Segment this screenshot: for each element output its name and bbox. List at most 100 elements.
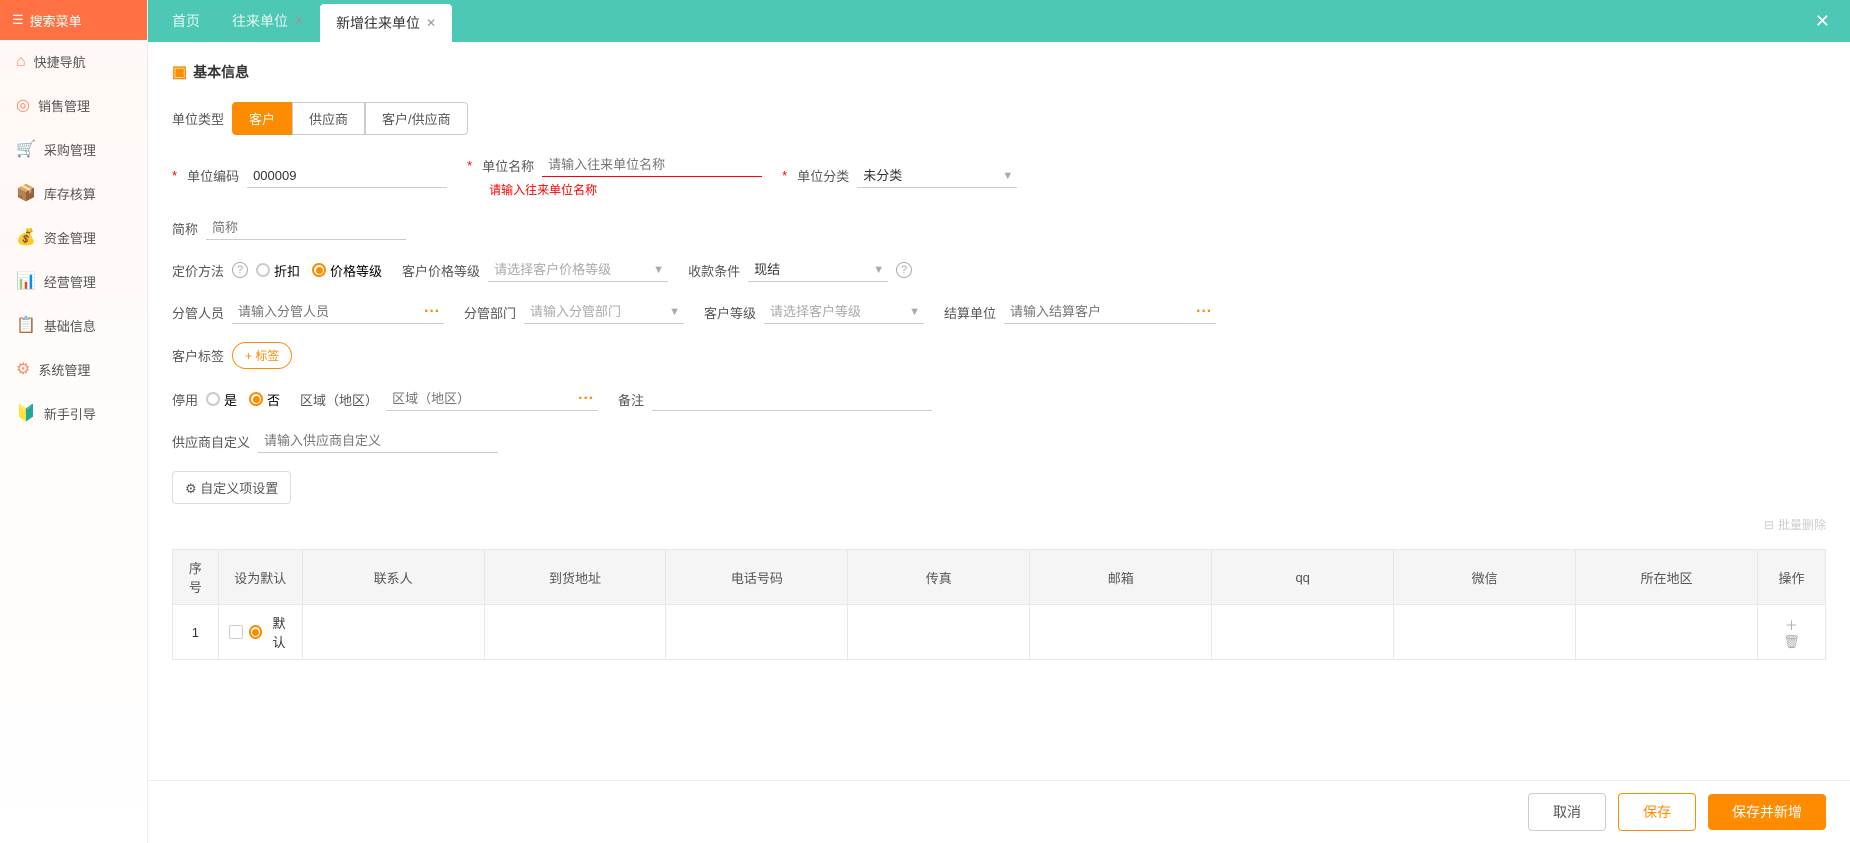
row-default-label: 默认 xyxy=(266,613,291,651)
batch-delete-area: ⊟ 批量删除 xyxy=(172,516,1826,533)
region-more-btn[interactable]: ··· xyxy=(574,390,598,408)
fax-input[interactable] xyxy=(858,625,1019,640)
sidebar-search-label: 搜索菜单 xyxy=(30,11,82,30)
disabled-no-radio[interactable]: 否 xyxy=(249,390,280,409)
sidebar-item-basic-info[interactable]: 📋 基础信息 xyxy=(0,303,147,347)
sidebar-item-sales[interactable]: ◎ 销售管理 xyxy=(0,83,147,127)
customer-price-level-select[interactable]: 请选择客户价格等级 xyxy=(488,258,668,282)
required-star-code: * xyxy=(172,168,177,183)
customer-level-select[interactable]: 请选择客户等级 xyxy=(764,300,924,324)
add-row-btn[interactable]: ＋ xyxy=(1785,618,1798,633)
window-close-button[interactable]: ✕ xyxy=(1803,11,1842,32)
unit-category-select[interactable]: 未分类 xyxy=(857,164,1017,188)
cancel-button[interactable]: 取消 xyxy=(1528,793,1606,831)
table-body: 1 默认 xyxy=(173,605,1826,660)
tab-new-partner[interactable]: 新增往来单位 ✕ xyxy=(320,4,452,42)
short-name-row: 简称 xyxy=(172,216,1826,240)
section-title-label: 基本信息 xyxy=(193,62,249,82)
sidebar-item-operations[interactable]: 📊 经营管理 xyxy=(0,259,147,303)
tab-partner-close[interactable]: ✕ xyxy=(294,14,304,28)
col-phone: 电话号码 xyxy=(666,550,848,605)
tab-partner[interactable]: 往来单位 ✕ xyxy=(216,0,320,42)
unit-name-group: * 单位名称 请输入往来单位名称 xyxy=(467,153,762,198)
sidebar-search[interactable]: ☰ 搜索菜单 xyxy=(0,0,147,40)
disabled-yes-radio[interactable]: 是 xyxy=(206,390,237,409)
sidebar-item-inventory[interactable]: 📦 库存核算 xyxy=(0,171,147,215)
settlement-unit-input[interactable] xyxy=(1004,300,1192,323)
manager-group: 分管人员 ··· xyxy=(172,300,444,324)
row-email[interactable] xyxy=(1030,605,1212,660)
contact-input[interactable] xyxy=(313,625,474,640)
pricing-level-radio[interactable]: 价格等级 xyxy=(312,261,382,280)
pricing-method-label: 定价方法 xyxy=(172,261,224,280)
add-tag-button[interactable]: + 标签 xyxy=(232,342,292,369)
pricing-help-icon[interactable]: ? xyxy=(232,262,248,278)
remark-input[interactable] xyxy=(652,387,932,411)
basic-info-icon: 📋 xyxy=(16,315,36,335)
sys-icon: ⚙ xyxy=(16,359,30,379)
row-qq[interactable] xyxy=(1212,605,1394,660)
customer-level-group: 客户等级 请选择客户等级 ▼ xyxy=(704,300,924,324)
custom-settings-button[interactable]: ⚙ 自定义项设置 xyxy=(172,471,291,504)
row-checkbox[interactable] xyxy=(229,625,243,639)
row-address[interactable] xyxy=(484,605,666,660)
row-region-input[interactable] xyxy=(1586,625,1747,640)
qq-input[interactable] xyxy=(1222,625,1383,640)
region-input-wrapper: ··· xyxy=(386,387,598,411)
manager-more-btn[interactable]: ··· xyxy=(420,303,444,321)
settlement-more-btn[interactable]: ··· xyxy=(1192,303,1216,321)
col-default: 设为默认 xyxy=(218,550,302,605)
contact-table: 序号 设为默认 联系人 到货地址 电话号码 传真 邮箱 qq 微信 所在地区 操… xyxy=(172,549,1826,660)
address-input[interactable] xyxy=(495,625,656,640)
department-select[interactable]: 请输入分管部门 xyxy=(524,300,684,324)
customer-price-level-group: 客户价格等级 请选择客户价格等级 ▼ xyxy=(402,258,668,282)
delete-row-btn[interactable]: 🗑 xyxy=(1783,634,1800,649)
row-contact[interactable] xyxy=(302,605,484,660)
short-name-input[interactable] xyxy=(206,216,406,240)
unit-name-label: 单位名称 xyxy=(482,156,534,175)
email-input[interactable] xyxy=(1040,625,1201,640)
sidebar-item-quick-nav[interactable]: ⌂ 快捷导航 xyxy=(0,40,147,83)
manager-label: 分管人员 xyxy=(172,303,224,322)
row-region[interactable] xyxy=(1576,605,1758,660)
sidebar-item-finance[interactable]: 💰 资金管理 xyxy=(0,215,147,259)
manager-input[interactable] xyxy=(232,300,420,323)
tab-home[interactable]: 首页 xyxy=(156,0,216,42)
payment-help-icon[interactable]: ? xyxy=(896,262,912,278)
unit-type-customer-btn[interactable]: 客户 xyxy=(232,102,292,135)
unit-category-group: * 单位分类 未分类 ▼ xyxy=(782,164,1017,188)
supplier-custom-input[interactable] xyxy=(258,429,498,453)
save-new-button[interactable]: 保存并新增 xyxy=(1708,794,1826,830)
purchase-icon: 🛒 xyxy=(16,139,36,159)
disabled-no-circle xyxy=(249,392,263,406)
unit-info-row: * 单位编码 * 单位名称 请输入往来单位名称 * 单位分类 未分类 xyxy=(172,153,1826,198)
wechat-input[interactable] xyxy=(1404,625,1565,640)
row-fax[interactable] xyxy=(848,605,1030,660)
pricing-discount-radio[interactable]: 折扣 xyxy=(256,261,300,280)
unit-name-input[interactable] xyxy=(542,153,762,177)
save-button[interactable]: 保存 xyxy=(1618,793,1696,831)
pricing-radio-group: 折扣 价格等级 xyxy=(256,261,382,280)
tab-bar: 首页 往来单位 ✕ 新增往来单位 ✕ ✕ xyxy=(148,0,1850,42)
unit-type-both-btn[interactable]: 客户/供应商 xyxy=(365,102,468,135)
unit-code-label: 单位编码 xyxy=(187,166,239,185)
tab-new-partner-close[interactable]: ✕ xyxy=(426,16,436,30)
main-content: 首页 往来单位 ✕ 新增往来单位 ✕ ✕ ▣ 基本信息 单位类型 客户 供应商 xyxy=(148,0,1850,843)
row-default-radio[interactable]: 默认 xyxy=(249,613,292,651)
row-wechat[interactable] xyxy=(1394,605,1576,660)
sidebar-item-label: 资金管理 xyxy=(44,228,96,247)
col-address: 到货地址 xyxy=(484,550,666,605)
region-input[interactable] xyxy=(386,387,574,410)
settlement-unit-group: 结算单位 ··· xyxy=(944,300,1216,324)
sidebar-item-beginner[interactable]: 🔰 新手引导 xyxy=(0,391,147,435)
unit-code-input[interactable] xyxy=(247,164,447,188)
customer-tag-group: 客户标签 + 标签 xyxy=(172,342,292,369)
phone-input[interactable] xyxy=(676,625,837,640)
unit-type-supplier-btn[interactable]: 供应商 xyxy=(292,102,365,135)
sidebar-item-purchase[interactable]: 🛒 采购管理 xyxy=(0,127,147,171)
row-phone[interactable] xyxy=(666,605,848,660)
batch-delete-label[interactable]: 批量删除 xyxy=(1778,516,1826,533)
payment-terms-select[interactable]: 现结 xyxy=(748,258,888,282)
sidebar-item-sys-mgmt[interactable]: ⚙ 系统管理 xyxy=(0,347,147,391)
col-region: 所在地区 xyxy=(1576,550,1758,605)
